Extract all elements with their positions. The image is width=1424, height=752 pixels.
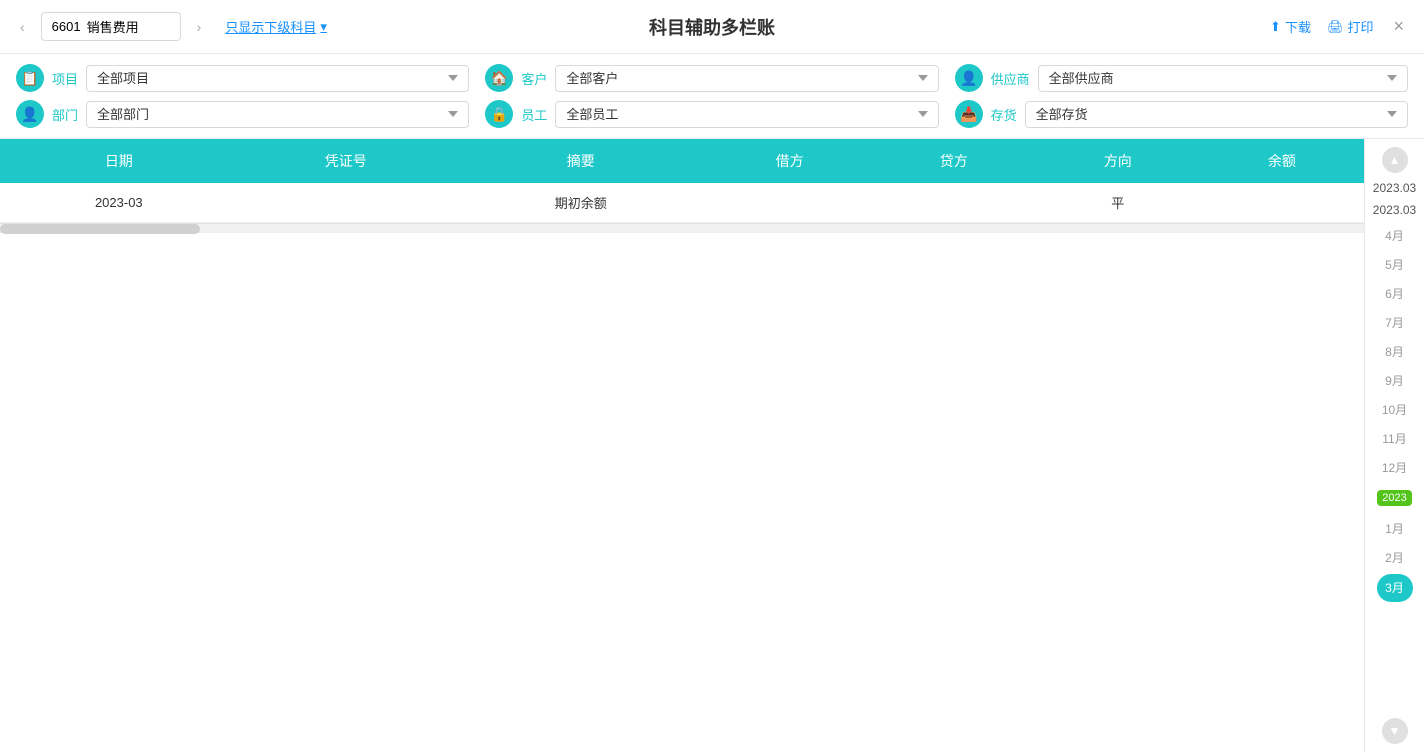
- content-area: 日期 凭证号 摘要 借方 贷方 方向 余额 2023-03 期初余额: [0, 139, 1424, 752]
- account-name: 销售费用: [87, 17, 139, 36]
- top-bar: ‹ 6601 销售费用 › 只显示下级科目 ▾ 科目辅助多栏账 ⬆ 下载 🖨 打…: [0, 0, 1424, 54]
- download-button[interactable]: ⬆ 下载: [1270, 17, 1311, 36]
- horizontal-scrollbar[interactable]: [0, 223, 1364, 233]
- timeline-panel: ▲ 2023.03 2023.03 4月 5月 6月 7月 8月 9月 10月 …: [1364, 139, 1424, 752]
- year-badge-wrapper: 2023: [1377, 486, 1411, 510]
- timeline-month-6[interactable]: 6月: [1365, 279, 1424, 308]
- main-window: ‹ 6601 销售费用 › 只显示下级科目 ▾ 科目辅助多栏账 ⬆ 下载 🖨 打…: [0, 0, 1424, 752]
- inventory-icon: 📥: [955, 100, 983, 128]
- col-direction: 方向: [1036, 139, 1200, 183]
- print-button[interactable]: 🖨 打印: [1327, 17, 1374, 36]
- cell-voucher: [238, 183, 454, 223]
- customer-icon: 🏠: [485, 64, 513, 92]
- cell-debit: [708, 183, 872, 223]
- timeline-month-3-active[interactable]: 3月: [1377, 574, 1413, 602]
- table-header-row: 日期 凭证号 摘要 借方 贷方 方向 余额: [0, 139, 1364, 183]
- project-select[interactable]: 全部项目: [86, 65, 469, 92]
- customer-label: 客户: [521, 69, 547, 88]
- scrollbar-thumb[interactable]: [0, 224, 200, 234]
- employee-label: 员工: [521, 105, 547, 124]
- timeline-header-2[interactable]: 2023.03: [1371, 199, 1418, 221]
- timeline-month-12[interactable]: 12月: [1365, 453, 1424, 482]
- cell-summary: 期初余额: [454, 183, 708, 223]
- timeline-month-7[interactable]: 7月: [1365, 308, 1424, 337]
- filter-customer: 🏠 客户 全部客户: [485, 64, 938, 92]
- col-credit: 贷方: [872, 139, 1036, 183]
- timeline-scroll-down-button[interactable]: ▼: [1382, 718, 1408, 744]
- filter-bar: 📋 项目 全部项目 🏠 客户 全部客户 👤 供应商 全部供应商 👤 部门: [0, 54, 1424, 139]
- timeline-header-1[interactable]: 2023.03: [1371, 177, 1418, 199]
- timeline-month-4[interactable]: 4月: [1365, 221, 1424, 250]
- filter-employee: 🔒 员工 全部员工: [485, 100, 938, 128]
- timeline-month-2[interactable]: 2月: [1365, 543, 1424, 572]
- nav-prev-button[interactable]: ‹: [16, 17, 29, 37]
- department-icon: 👤: [16, 100, 44, 128]
- timeline-month-11[interactable]: 11月: [1365, 424, 1424, 453]
- timeline-month-5[interactable]: 5月: [1365, 250, 1424, 279]
- page-title: 科目辅助多栏账: [649, 14, 775, 40]
- supplier-select[interactable]: 全部供应商: [1038, 65, 1408, 92]
- col-summary: 摘要: [454, 139, 708, 183]
- table-container: 日期 凭证号 摘要 借方 贷方 方向 余额 2023-03 期初余额: [0, 139, 1364, 752]
- cell-direction: 平: [1036, 183, 1200, 223]
- nav-next-button[interactable]: ›: [193, 17, 206, 37]
- filter-supplier: 👤 供应商 全部供应商: [955, 64, 1408, 92]
- print-icon: 🖨: [1327, 19, 1344, 35]
- supplier-icon: 👤: [955, 64, 983, 92]
- table-row: 2023-03 期初余额 平: [0, 183, 1364, 223]
- chevron-down-icon: ▼: [1389, 724, 1401, 738]
- col-balance: 余额: [1200, 139, 1364, 183]
- ledger-table: 日期 凭证号 摘要 借方 贷方 方向 余额 2023-03 期初余额: [0, 139, 1364, 223]
- timeline-month-9[interactable]: 9月: [1365, 366, 1424, 395]
- close-button[interactable]: ×: [1389, 16, 1408, 37]
- customer-select[interactable]: 全部客户: [555, 65, 938, 92]
- employee-icon: 🔒: [485, 100, 513, 128]
- employee-select[interactable]: 全部员工: [555, 101, 938, 128]
- inventory-label: 存货: [991, 105, 1017, 124]
- timeline-month-8[interactable]: 8月: [1365, 337, 1424, 366]
- timeline-month-1[interactable]: 1月: [1365, 514, 1424, 543]
- filter-project: 📋 项目 全部项目: [16, 64, 469, 92]
- account-selector[interactable]: 6601 销售费用: [41, 12, 181, 41]
- timeline-month-10[interactable]: 10月: [1365, 395, 1424, 424]
- filter-department: 👤 部门 全部部门: [16, 100, 469, 128]
- cell-date: 2023-03: [0, 183, 238, 223]
- col-date: 日期: [0, 139, 238, 183]
- project-label: 项目: [52, 69, 78, 88]
- cell-credit: [872, 183, 1036, 223]
- year-badge[interactable]: 2023: [1377, 490, 1411, 506]
- department-select[interactable]: 全部部门: [86, 101, 469, 128]
- timeline-items: 2023.03 2023.03 4月 5月 6月 7月 8月 9月 10月 11…: [1365, 177, 1424, 714]
- supplier-label: 供应商: [991, 69, 1030, 88]
- department-label: 部门: [52, 105, 78, 124]
- show-sub-button[interactable]: 只显示下级科目 ▾: [225, 17, 327, 36]
- download-icon: ⬆: [1270, 19, 1281, 35]
- inventory-select[interactable]: 全部存货: [1025, 101, 1408, 128]
- chevron-up-icon: ▲: [1389, 153, 1401, 167]
- col-voucher: 凭证号: [238, 139, 454, 183]
- account-code: 6601: [52, 19, 81, 34]
- cell-balance: [1200, 183, 1364, 223]
- project-icon: 📋: [16, 64, 44, 92]
- timeline-scroll-up-button[interactable]: ▲: [1382, 147, 1408, 173]
- col-debit: 借方: [708, 139, 872, 183]
- filter-inventory: 📥 存货 全部存货: [955, 100, 1408, 128]
- top-actions: ⬆ 下载 🖨 打印 ×: [1270, 16, 1408, 37]
